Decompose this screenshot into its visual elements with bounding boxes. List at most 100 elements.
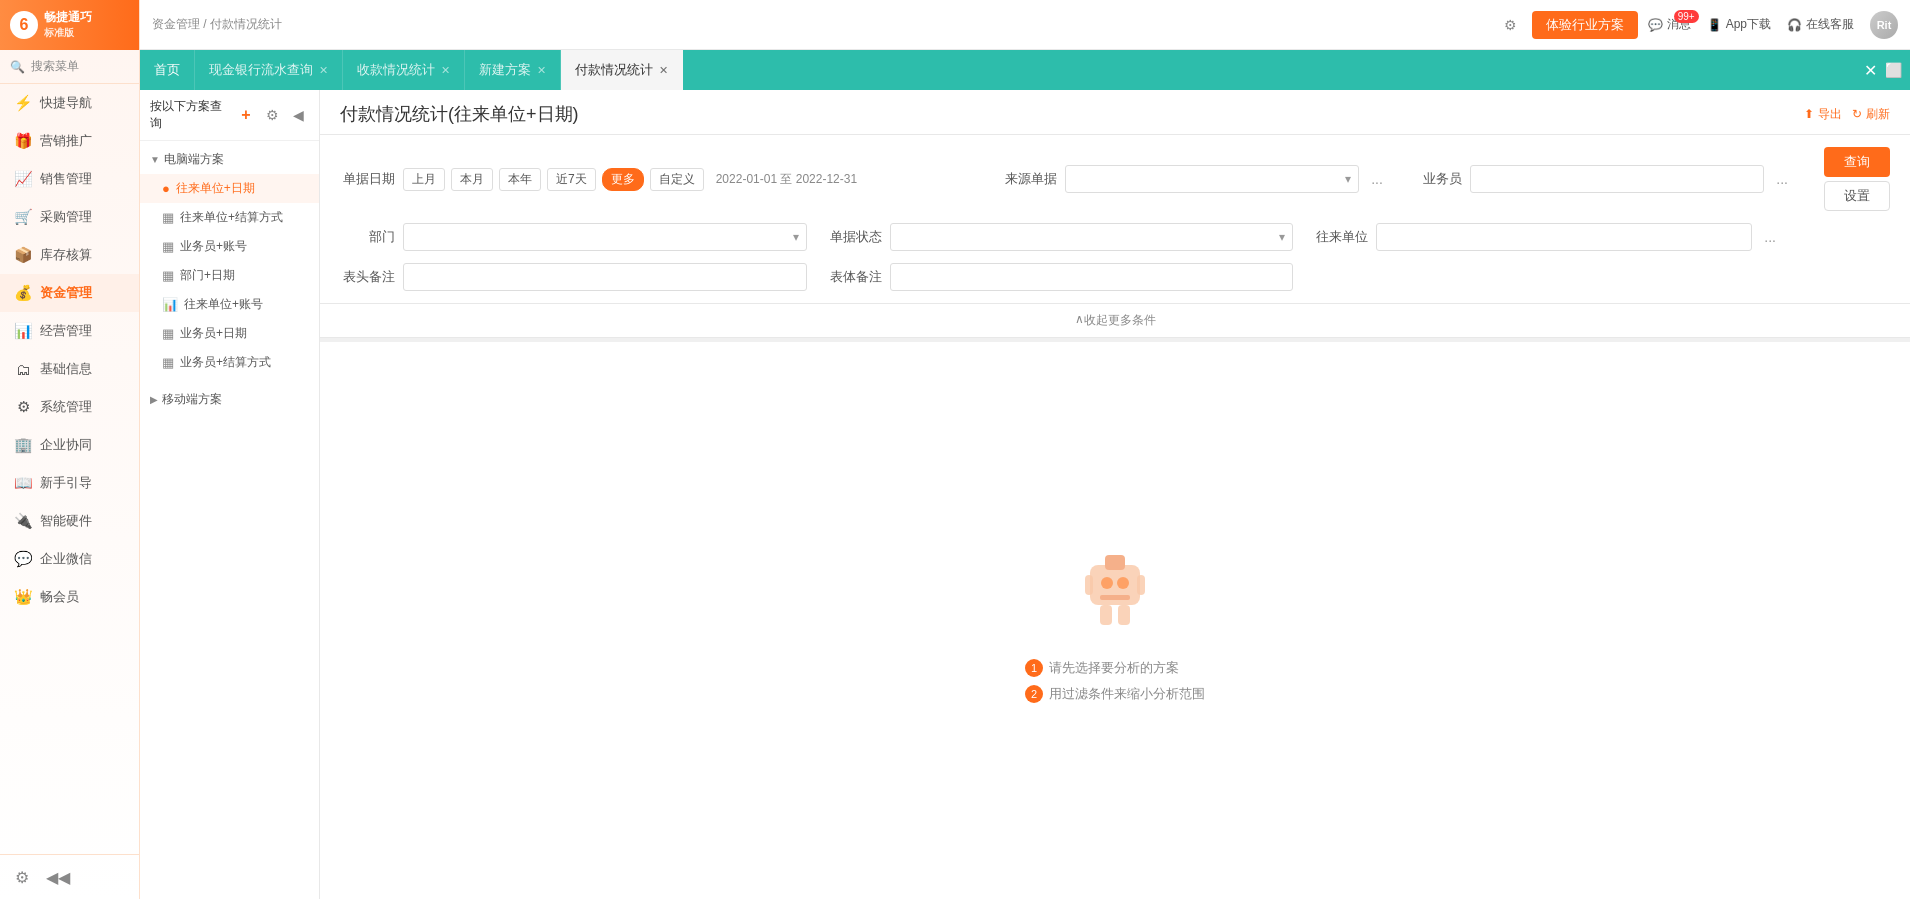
finance-icon: 💰 (12, 284, 34, 302)
sidebar-item-finance[interactable]: 💰 资金管理 (0, 274, 139, 312)
date-btn-last-month[interactable]: 上月 (403, 168, 445, 191)
partner-field: 往来单位 ... (1313, 223, 1780, 251)
staff-method-icon: ▦ (162, 355, 174, 370)
search-menu[interactable]: 🔍 搜索菜单 (0, 50, 139, 84)
staff-dots[interactable]: ... (1772, 171, 1792, 187)
date-quick-btns: 上月 本月 本年 近7天 更多 自定义 2022-01-01 至 2022-12… (403, 168, 857, 191)
source-select-wrap: ▾ (1065, 165, 1359, 193)
table-body-note-field: 表体备注 (827, 263, 1294, 291)
scheme-header-label: 按以下方案查询 (150, 98, 229, 132)
scheme-item-unit-account[interactable]: 📊 往来单位+账号 (140, 290, 319, 319)
partner-input[interactable] (1376, 223, 1752, 251)
table-body-note-input[interactable] (890, 263, 1294, 291)
trial-btn[interactable]: 体验行业方案 (1532, 11, 1638, 39)
message-btn[interactable]: 💬 消息 99+ (1648, 16, 1691, 33)
member-icon: 👑 (12, 588, 34, 606)
empty-tip-2: 2 用过滤条件来缩小分析范围 (1025, 681, 1205, 707)
svg-rect-8 (1118, 605, 1130, 625)
date-btn-more[interactable]: 更多 (602, 168, 644, 191)
scheme-item-dept-date[interactable]: ▦ 部门+日期 (140, 261, 319, 290)
partner-dots[interactable]: ... (1760, 229, 1780, 245)
dept-select[interactable] (403, 223, 807, 251)
app-icon: 📱 (1707, 18, 1722, 32)
tab-home[interactable]: 首页 (140, 50, 195, 90)
filter-row-2: 部门 ▾ 单据状态 (340, 223, 1890, 251)
svg-rect-1 (1105, 555, 1125, 570)
date-btn-this-month[interactable]: 本月 (451, 168, 493, 191)
tab-bank-flow-close[interactable]: ✕ (319, 64, 328, 77)
topbar-settings-btn[interactable]: ⚙ (1500, 14, 1522, 36)
date-btn-this-year[interactable]: 本年 (499, 168, 541, 191)
scheme-add-btn[interactable]: + (235, 104, 257, 126)
tab-new-scheme[interactable]: 新建方案 ✕ (465, 50, 561, 90)
scheme-item-staff-method[interactable]: ▦ 业务员+结算方式 (140, 348, 319, 377)
nav-label: 企业协同 (40, 436, 92, 454)
tip1-num: 1 (1025, 659, 1043, 677)
unit-account-label: 往来单位+账号 (184, 296, 263, 313)
scheme-item-staff-account[interactable]: ▦ 业务员+账号 (140, 232, 319, 261)
empty-state: 1 请先选择要分析的方案 2 用过滤条件来缩小分析范围 (320, 342, 1910, 899)
sidebar-item-basic-info[interactable]: 🗂 基础信息 (0, 350, 139, 388)
service-btn[interactable]: 🎧 在线客服 (1787, 16, 1854, 33)
main-area: 资金管理 / 付款情况统计 ⚙ 体验行业方案 💬 消息 99+ 📱 App下载 … (140, 0, 1910, 899)
sidebar-collapse-btn[interactable]: ◀◀ (44, 863, 72, 891)
scheme-collapse-btn[interactable]: ◀ (287, 104, 309, 126)
wechat-icon: 💬 (12, 550, 34, 568)
tip2-text: 用过滤条件来缩小分析范围 (1049, 681, 1205, 707)
header-actions: ⬆ 导出 ↻ 刷新 (1804, 106, 1890, 123)
nav-label: 库存核算 (40, 246, 92, 264)
sidebar-item-wechat[interactable]: 💬 企业微信 (0, 540, 139, 578)
settings-btn[interactable]: 设置 (1824, 181, 1890, 211)
scheme-item-unit-method[interactable]: ▦ 往来单位+结算方式 (140, 203, 319, 232)
topbar: 资金管理 / 付款情况统计 ⚙ 体验行业方案 💬 消息 99+ 📱 App下载 … (140, 0, 1910, 50)
scheme-item-unit-date[interactable]: ● 往来单位+日期 (140, 174, 319, 203)
tab-receive-stat[interactable]: 收款情况统计 ✕ (343, 50, 465, 90)
tab-pay-stat-close[interactable]: ✕ (659, 64, 668, 77)
source-select[interactable] (1065, 165, 1359, 193)
scheme-group-mobile-header[interactable]: ▶ 移动端方案 (140, 385, 319, 414)
export-btn[interactable]: ⬆ 导出 (1804, 106, 1842, 123)
tab-new-scheme-close[interactable]: ✕ (537, 64, 546, 77)
collapse-arrow-icon: ∧ (1075, 312, 1084, 329)
empty-tip-1: 1 请先选择要分析的方案 (1025, 655, 1205, 681)
sidebar-item-quick-nav[interactable]: ⚡ 快捷导航 (0, 84, 139, 122)
sidebar-item-guide[interactable]: 📖 新手引导 (0, 464, 139, 502)
scheme-settings-btn[interactable]: ⚙ (261, 104, 283, 126)
scheme-group-pc-header[interactable]: ▼ 电脑端方案 (140, 145, 319, 174)
user-avatar[interactable]: Rit (1870, 11, 1898, 39)
table-header-note-field: 表头备注 (340, 263, 807, 291)
sidebar-item-sales[interactable]: 📈 销售管理 (0, 160, 139, 198)
staff-date-label: 业务员+日期 (180, 325, 247, 342)
refresh-btn[interactable]: ↻ 刷新 (1852, 106, 1890, 123)
tab-receive-stat-close[interactable]: ✕ (441, 64, 450, 77)
voucher-status-select[interactable] (890, 223, 1294, 251)
collapse-more-btn[interactable]: ∧ 收起更多条件 (320, 304, 1910, 338)
purchase-icon: 🛒 (12, 208, 34, 226)
tab-pay-stat[interactable]: 付款情况统计 ✕ (561, 50, 683, 90)
staff-select[interactable] (1470, 165, 1764, 193)
filter-header: 付款情况统计(往来单位+日期) ⬆ 导出 ↻ 刷新 (320, 90, 1910, 135)
app-download-btn[interactable]: 📱 App下载 (1707, 16, 1771, 33)
source-dots[interactable]: ... (1367, 171, 1387, 187)
sidebar-item-member[interactable]: 👑 畅会员 (0, 578, 139, 616)
sidebar-settings-btn[interactable]: ⚙ (8, 863, 36, 891)
scheme-item-staff-date[interactable]: ▦ 业务员+日期 (140, 319, 319, 348)
query-btn[interactable]: 查询 (1824, 147, 1890, 177)
svg-rect-6 (1137, 575, 1145, 595)
voucher-status-select-wrap: ▾ (890, 223, 1294, 251)
sidebar-item-marketing[interactable]: 🎁 营销推广 (0, 122, 139, 160)
date-btn-custom[interactable]: 自定义 (650, 168, 704, 191)
topbar-right: 💬 消息 99+ 📱 App下载 🎧 在线客服 Rit (1648, 11, 1898, 39)
sidebar-item-purchase[interactable]: 🛒 采购管理 (0, 198, 139, 236)
sidebar-item-inventory[interactable]: 📦 库存核算 (0, 236, 139, 274)
sidebar-item-operations[interactable]: 📊 经营管理 (0, 312, 139, 350)
table-header-note-input[interactable] (403, 263, 807, 291)
tab-close-all-btn[interactable]: ✕ (1864, 61, 1877, 80)
sidebar-item-enterprise[interactable]: 🏢 企业协同 (0, 426, 139, 464)
tab-expand-btn[interactable]: ⬜ (1885, 62, 1902, 78)
date-btn-7days[interactable]: 近7天 (547, 168, 596, 191)
sidebar: 6 畅捷通巧 标准版 🔍 搜索菜单 ⚡ 快捷导航 🎁 营销推广 📈 销售管理 🛒… (0, 0, 140, 899)
tab-bank-flow[interactable]: 现金银行流水查询 ✕ (195, 50, 343, 90)
sidebar-item-hardware[interactable]: 🔌 智能硬件 (0, 502, 139, 540)
sidebar-item-system[interactable]: ⚙ 系统管理 (0, 388, 139, 426)
